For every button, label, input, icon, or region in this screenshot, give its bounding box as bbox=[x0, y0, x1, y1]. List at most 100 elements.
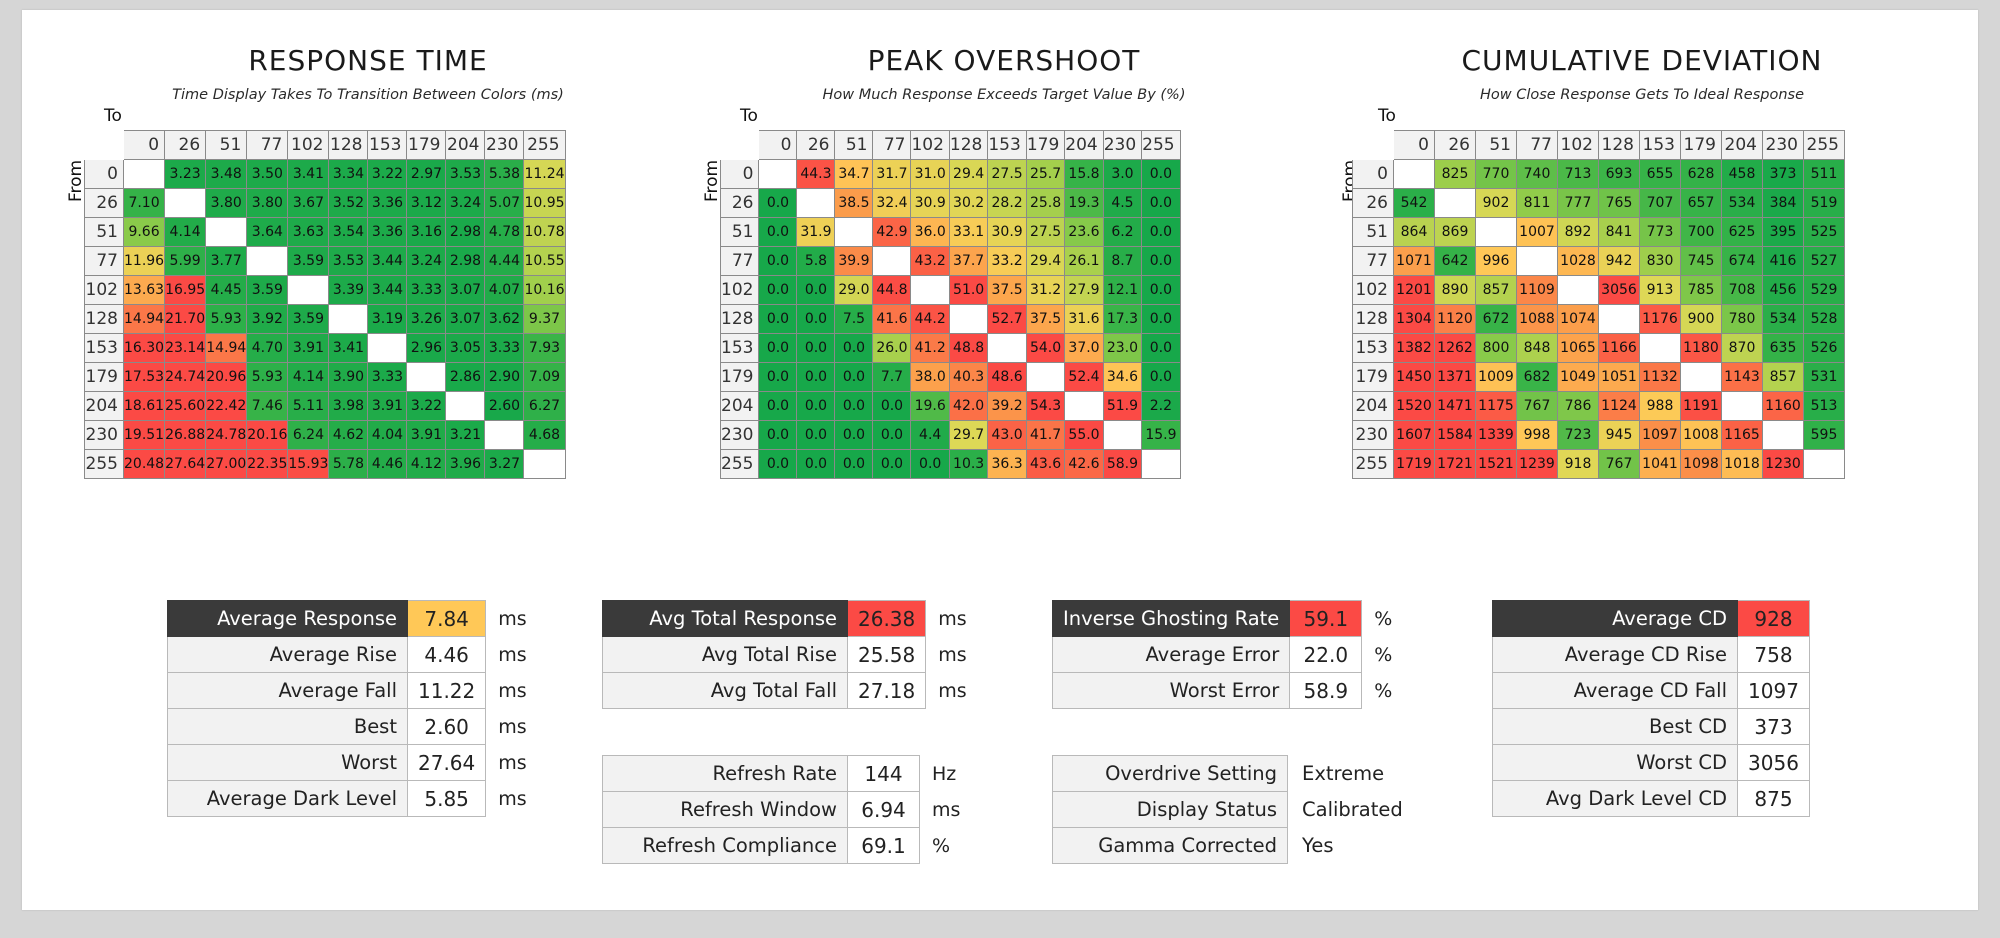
heatmap-cell: 1262 bbox=[1434, 333, 1476, 363]
stat-row: Inverse Ghosting Rate 59.1% bbox=[1051, 600, 1403, 637]
col-header: 51 bbox=[834, 130, 874, 160]
heatmap-cell: 25.8 bbox=[1025, 188, 1066, 218]
diagonal-cell bbox=[948, 304, 989, 334]
diagonal-cell bbox=[1064, 391, 1104, 421]
heatmap-cell: 7.5 bbox=[834, 304, 874, 334]
heatmap-cell: 27.5 bbox=[1025, 217, 1066, 247]
row-header: 77 bbox=[1352, 246, 1394, 276]
heatmap-cell: 3.26 bbox=[406, 304, 447, 334]
heatmap-cell: 5.93 bbox=[246, 362, 289, 392]
heatmap-cell: 0.0 bbox=[1141, 159, 1181, 189]
heatmap-cell: 913 bbox=[1639, 275, 1681, 305]
col-header: 153 bbox=[367, 130, 408, 160]
panel-subtitle: Time Display Takes To Transition Between… bbox=[172, 87, 564, 103]
row-header: 230 bbox=[1352, 420, 1394, 450]
heatmap-cell: 3.62 bbox=[484, 304, 525, 334]
stat-value: 928 bbox=[1737, 600, 1810, 637]
heatmap-cell: 3.39 bbox=[328, 275, 369, 305]
heatmap-cell: 4.46 bbox=[367, 449, 408, 479]
heatmap-cell: 30.2 bbox=[948, 188, 989, 218]
col-header: 0 bbox=[758, 130, 798, 160]
row-header: 179 bbox=[1352, 362, 1394, 392]
heatmap-cell: 4.04 bbox=[367, 420, 408, 450]
panel-title: PEAK OVERSHOOT bbox=[867, 44, 1141, 77]
heatmap-cell: 31.0 bbox=[910, 159, 950, 189]
heatmap-cell: 44.3 bbox=[796, 159, 836, 189]
stat-unit: ms bbox=[938, 643, 967, 666]
table-row: 153 1382 1262 800 848 1065 1166 1180 870 635 526 bbox=[1352, 333, 1845, 363]
stat-row: Average Dark Level 5.85 ms bbox=[167, 780, 538, 817]
heatmap-cell: 1520 bbox=[1393, 391, 1435, 421]
axis-label-to: To bbox=[740, 106, 758, 126]
heatmap-cell: 25.60 bbox=[164, 391, 207, 421]
heatmap-cell: 0.0 bbox=[758, 246, 798, 276]
diagonal-cell bbox=[1516, 246, 1558, 276]
row-header: 255 bbox=[84, 449, 124, 479]
heatmap-cell: 7.93 bbox=[523, 333, 566, 363]
heatmap-cell: 25.7 bbox=[1025, 159, 1066, 189]
row-header: 77 bbox=[719, 246, 760, 276]
heatmap-cell: 0.0 bbox=[796, 304, 836, 334]
heatmap-cell: 3.44 bbox=[367, 275, 408, 305]
heatmap-cell: 1371 bbox=[1434, 362, 1476, 392]
heatmap-cell: 44.8 bbox=[872, 275, 912, 305]
heatmap-cell: 55.0 bbox=[1064, 420, 1104, 450]
diagonal-cell bbox=[287, 275, 330, 305]
diagonal-cell bbox=[1475, 217, 1517, 247]
col-header: 102 bbox=[287, 130, 330, 160]
heatmap-cell: 0.0 bbox=[834, 420, 874, 450]
heatmap-cell: 3.63 bbox=[287, 217, 330, 247]
heatmap-cell: 23.6 bbox=[1064, 217, 1104, 247]
heatmap-cell: 42.0 bbox=[948, 391, 989, 421]
heatmap-cell: 3.64 bbox=[246, 217, 289, 247]
heatmap-cell: 42.9 bbox=[872, 217, 912, 247]
stat-label: Gamma Corrected bbox=[1052, 827, 1288, 864]
stat-row: Average CD Rise 758 bbox=[1492, 636, 1833, 673]
heatmap-cell: 3.34 bbox=[328, 159, 369, 189]
stat-row: Worst CD 3056 bbox=[1492, 744, 1833, 781]
heatmap-cell: 33.1 bbox=[948, 217, 989, 247]
stat-unit: % bbox=[1374, 679, 1393, 702]
table-row: 153 0.0 0.0 0.0 26.0 41.2 48.8 54.0 37.0 23.0 0.0 bbox=[719, 333, 1181, 363]
heatmap-cell: 4.62 bbox=[328, 420, 369, 450]
heatmap-cell: 14.94 bbox=[122, 304, 166, 334]
stat-unit: % bbox=[932, 834, 951, 857]
heatmap-cell: 3.05 bbox=[445, 333, 486, 363]
col-header: 230 bbox=[1762, 130, 1804, 160]
heatmap-cell: 2.2 bbox=[1141, 391, 1181, 421]
stat-row: Avg Total Response 26.38 ms bbox=[602, 600, 978, 637]
diagonal-cell bbox=[246, 246, 289, 276]
summary-boxes: Average Response 7.84 ms Average Rise 4.46 ms… bbox=[22, 570, 1978, 910]
panel-subtitle: How Close Response Gets To Ideal Respons… bbox=[1479, 87, 1805, 103]
table-row: 51 864 869 1007 892 841 773 700 625 395 525 bbox=[1352, 217, 1845, 247]
stat-row: Refresh Window 6.94 ms bbox=[602, 791, 971, 828]
heatmap-cell: 22.35 bbox=[246, 449, 289, 479]
stat-row: Average CD 928 bbox=[1492, 600, 1833, 637]
heatmap-cell: 1719 bbox=[1393, 449, 1435, 479]
heatmap-cell: 5.99 bbox=[164, 246, 207, 276]
heatmap-cell: 3056 bbox=[1598, 275, 1640, 305]
heatmap-cell: 3.92 bbox=[246, 304, 289, 334]
stat-label: Average Response bbox=[167, 600, 408, 637]
stat-unit bbox=[1810, 709, 1833, 745]
row-header: 179 bbox=[84, 362, 124, 392]
heatmap-cell: 10.3 bbox=[948, 449, 989, 479]
heatmap-cell: 26.88 bbox=[164, 420, 207, 450]
panel-subtitle: How Much Response Exceeds Target Value B… bbox=[822, 87, 1186, 103]
heatmap-cell: 1132 bbox=[1639, 362, 1681, 392]
heatmap-cell: 0.0 bbox=[834, 333, 874, 363]
stat-value: 373 bbox=[1737, 708, 1810, 745]
heatmap-cell: 11.24 bbox=[523, 159, 566, 189]
diagonal-cell bbox=[1393, 159, 1435, 189]
heatmap-cell: 1074 bbox=[1557, 304, 1599, 334]
row-header: 26 bbox=[84, 188, 124, 218]
table-row: 255 0.0 0.0 0.0 0.0 0.0 10.3 36.3 43.6 42.6 58.9 bbox=[719, 449, 1181, 479]
heatmap-cell: 2.60 bbox=[484, 391, 525, 421]
heatmap-cell: 28.2 bbox=[987, 188, 1027, 218]
heatmap-cell: 0.0 bbox=[1141, 275, 1181, 305]
heatmap-cell: 1143 bbox=[1721, 362, 1763, 392]
heatmap-cell: 43.2 bbox=[910, 246, 950, 276]
stat-text: Yes bbox=[1302, 834, 1334, 857]
heatmap-cell: 785 bbox=[1680, 275, 1722, 305]
heatmap-cell: 23.0 bbox=[1102, 333, 1143, 363]
